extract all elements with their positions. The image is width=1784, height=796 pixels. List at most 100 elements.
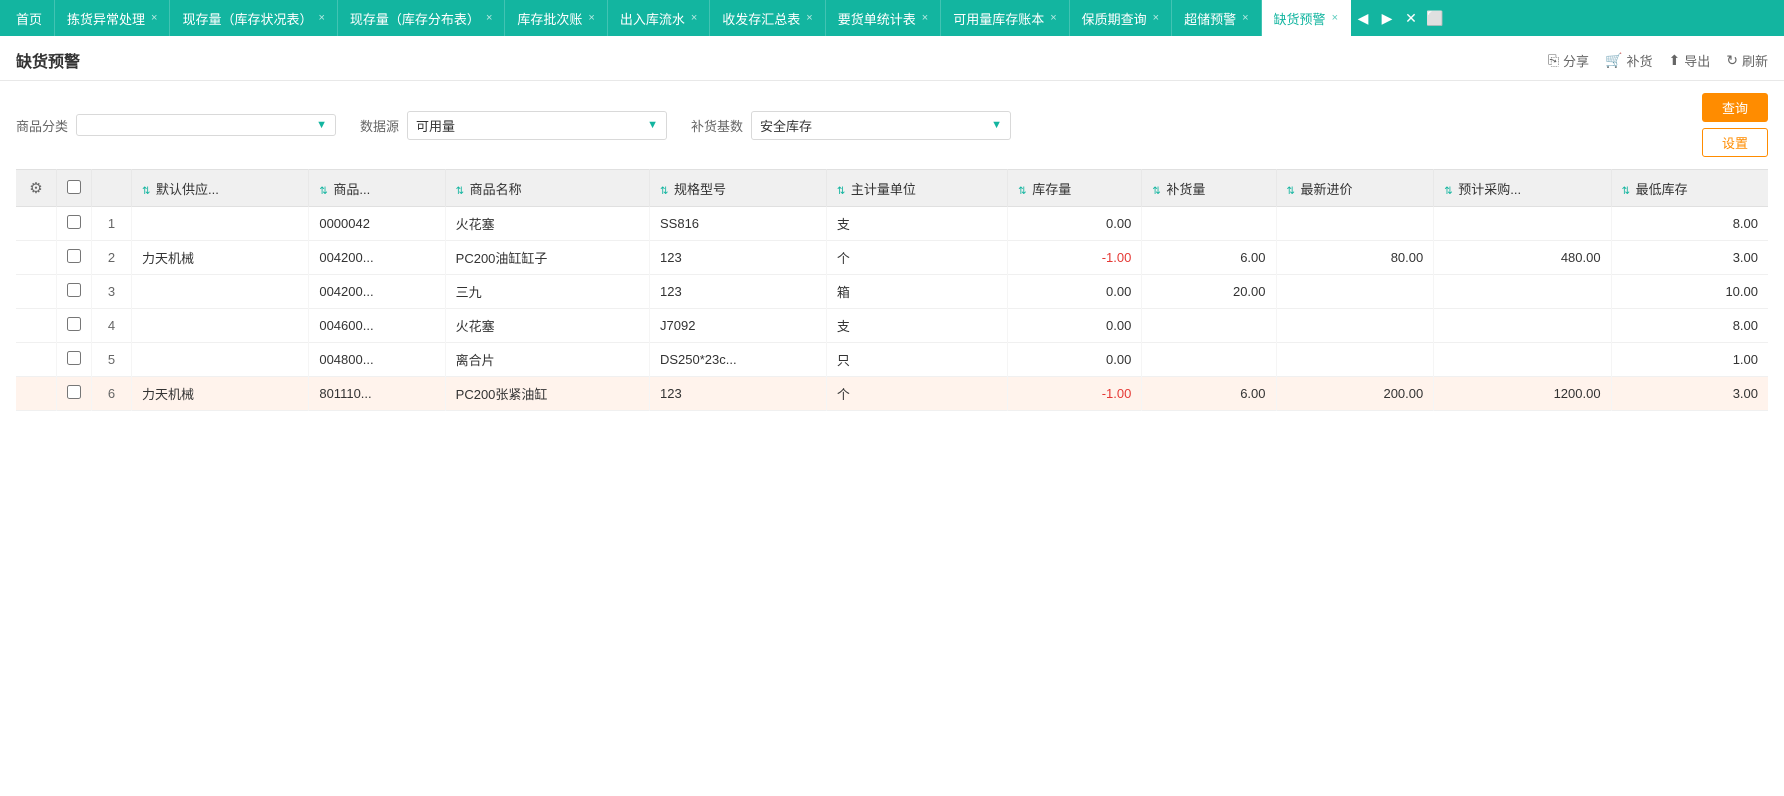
tab-order-stat-close[interactable]: × xyxy=(922,12,928,24)
row-code-5: 801110... xyxy=(309,377,445,411)
tab-expiry-query[interactable]: 保质期查询 × xyxy=(1070,0,1172,36)
row-checkbox-cell-2[interactable] xyxy=(57,275,92,309)
col-header-settings[interactable]: ⚙ xyxy=(16,170,57,207)
tab-prev-btn[interactable]: ◀ xyxy=(1351,0,1375,36)
row-est-purchase-2 xyxy=(1434,275,1611,309)
row-checkbox-cell-3[interactable] xyxy=(57,309,92,343)
row-code-4: 004800... xyxy=(309,343,445,377)
col-header-name[interactable]: ⇅ 商品名称 xyxy=(445,170,649,207)
row-min-stock-1: 3.00 xyxy=(1611,241,1768,275)
tab-inout-flow[interactable]: 出入库流水 × xyxy=(608,0,710,36)
table-row: 5 004800... 离合片 DS250*23c... 只 0.00 1.00 xyxy=(16,343,1768,377)
tab-inventory-dist[interactable]: 现存量（库存分布表） × xyxy=(338,0,505,36)
tab-expiry-query-close[interactable]: × xyxy=(1153,12,1159,24)
tab-receipt-summary-close[interactable]: × xyxy=(806,12,812,24)
share-btn[interactable]: ⎘ 分享 xyxy=(1548,51,1589,70)
row-checkbox-cell-5[interactable] xyxy=(57,377,92,411)
row-replenish-3 xyxy=(1142,309,1276,343)
supplier-sort-icon: ⇅ xyxy=(142,186,150,197)
tab-close-all-btn[interactable]: ✕ xyxy=(1399,0,1423,36)
tab-shortage-close[interactable]: × xyxy=(1332,12,1338,24)
col-header-supplier[interactable]: ⇅ 默认供应... xyxy=(132,170,309,207)
select-all-checkbox[interactable] xyxy=(67,180,81,194)
row-name-1: PC200油缸缸子 xyxy=(445,241,649,275)
col-header-min-stock[interactable]: ⇅ 最低库存 xyxy=(1611,170,1768,207)
row-unit-1: 个 xyxy=(826,241,1007,275)
refresh-icon: ↻ xyxy=(1726,52,1738,69)
settings-button[interactable]: 设置 xyxy=(1702,128,1768,157)
row-supplier-2 xyxy=(132,275,309,309)
replenish-base-select[interactable]: 安全库存 ▼ xyxy=(751,111,1011,140)
tab-receipt-summary[interactable]: 收发存汇总表 × xyxy=(710,0,825,36)
row-checkbox-cell-0[interactable] xyxy=(57,207,92,241)
row-spec-2: 123 xyxy=(650,275,827,309)
tab-inout-flow-close[interactable]: × xyxy=(691,12,697,24)
tab-overstock-close[interactable]: × xyxy=(1242,12,1248,24)
row-num-3: 4 xyxy=(92,309,132,343)
tab-exception-close[interactable]: × xyxy=(151,12,157,24)
row-supplier-1: 力天机械 xyxy=(132,241,309,275)
tab-batch-account-close[interactable]: × xyxy=(588,12,594,24)
col-header-stock[interactable]: ⇅ 库存量 xyxy=(1008,170,1142,207)
row-checkbox-4[interactable] xyxy=(67,351,81,365)
main-content: 缺货预警 ⎘ 分享 🛒 补货 ⬆ 导出 ↻ 刷新 商品分类 xyxy=(0,36,1784,796)
row-checkbox-5[interactable] xyxy=(67,385,81,399)
tab-available-ledger[interactable]: 可用量库存账本 × xyxy=(941,0,1069,36)
latest-price-sort-icon: ⇅ xyxy=(1287,186,1295,197)
row-num-5: 6 xyxy=(92,377,132,411)
row-unit-0: 支 xyxy=(826,207,1007,241)
tab-restore-btn[interactable]: ⬜ xyxy=(1423,0,1447,36)
table-body: 1 0000042 火花塞 SS816 支 0.00 8.00 2 力天机械 0… xyxy=(16,207,1768,411)
row-replenish-0 xyxy=(1142,207,1276,241)
row-supplier-5: 力天机械 xyxy=(132,377,309,411)
col-header-code[interactable]: ⇅ 商品... xyxy=(309,170,445,207)
row-code-2: 004200... xyxy=(309,275,445,309)
tab-inventory-status-close[interactable]: × xyxy=(318,12,324,24)
row-supplier-0 xyxy=(132,207,309,241)
replenish-base-arrow-icon: ▼ xyxy=(991,119,1002,131)
row-spec-4: DS250*23c... xyxy=(650,343,827,377)
tab-inventory-status[interactable]: 现存量（库存状况表） × xyxy=(170,0,337,36)
tab-shortage[interactable]: 缺货预警 × xyxy=(1262,0,1351,36)
row-checkbox-0[interactable] xyxy=(67,215,81,229)
row-checkbox-cell-1[interactable] xyxy=(57,241,92,275)
category-arrow-icon: ▼ xyxy=(316,119,327,131)
refresh-btn[interactable]: ↻ 刷新 xyxy=(1726,51,1768,70)
datasource-label: 数据源 xyxy=(360,116,399,135)
est-purchase-sort-icon: ⇅ xyxy=(1444,186,1452,197)
tab-available-ledger-close[interactable]: × xyxy=(1050,12,1056,24)
row-checkbox-cell-4[interactable] xyxy=(57,343,92,377)
row-supplier-3 xyxy=(132,309,309,343)
spec-sort-icon: ⇅ xyxy=(660,186,668,197)
header-actions: ⎘ 分享 🛒 补货 ⬆ 导出 ↻ 刷新 xyxy=(1548,51,1768,70)
replenish-btn[interactable]: 🛒 补货 xyxy=(1605,51,1652,70)
col-header-spec[interactable]: ⇅ 规格型号 xyxy=(650,170,827,207)
row-unit-3: 支 xyxy=(826,309,1007,343)
tab-batch-account[interactable]: 库存批次账 × xyxy=(505,0,607,36)
share-icon: ⎘ xyxy=(1548,52,1559,69)
filter-actions: 查询 设置 xyxy=(1702,93,1768,157)
export-btn[interactable]: ⬆ 导出 xyxy=(1669,51,1711,70)
tab-order-stat[interactable]: 要货单统计表 × xyxy=(826,0,941,36)
row-est-purchase-5: 1200.00 xyxy=(1434,377,1611,411)
row-unit-5: 个 xyxy=(826,377,1007,411)
category-select[interactable]: ▼ xyxy=(76,114,336,136)
row-checkbox-3[interactable] xyxy=(67,317,81,331)
col-header-unit[interactable]: ⇅ 主计量单位 xyxy=(826,170,1007,207)
col-header-checkbox[interactable] xyxy=(57,170,92,207)
tab-exception[interactable]: 拣货异常处理 × xyxy=(55,0,170,36)
row-code-3: 004600... xyxy=(309,309,445,343)
tab-next-btn[interactable]: ▶ xyxy=(1375,0,1399,36)
datasource-select[interactable]: 可用量 ▼ xyxy=(407,111,667,140)
row-checkbox-2[interactable] xyxy=(67,283,81,297)
tab-overstock[interactable]: 超储预警 × xyxy=(1172,0,1261,36)
query-button[interactable]: 查询 xyxy=(1702,93,1768,122)
col-header-replenish[interactable]: ⇅ 补货量 xyxy=(1142,170,1276,207)
column-settings-icon[interactable]: ⚙ xyxy=(26,178,46,198)
col-header-est-purchase[interactable]: ⇅ 预计采购... xyxy=(1434,170,1611,207)
tab-home[interactable]: 首页 xyxy=(4,0,55,36)
col-header-latest-price[interactable]: ⇅ 最新进价 xyxy=(1276,170,1434,207)
row-est-purchase-4 xyxy=(1434,343,1611,377)
row-checkbox-1[interactable] xyxy=(67,249,81,263)
tab-inventory-dist-close[interactable]: × xyxy=(486,12,492,24)
